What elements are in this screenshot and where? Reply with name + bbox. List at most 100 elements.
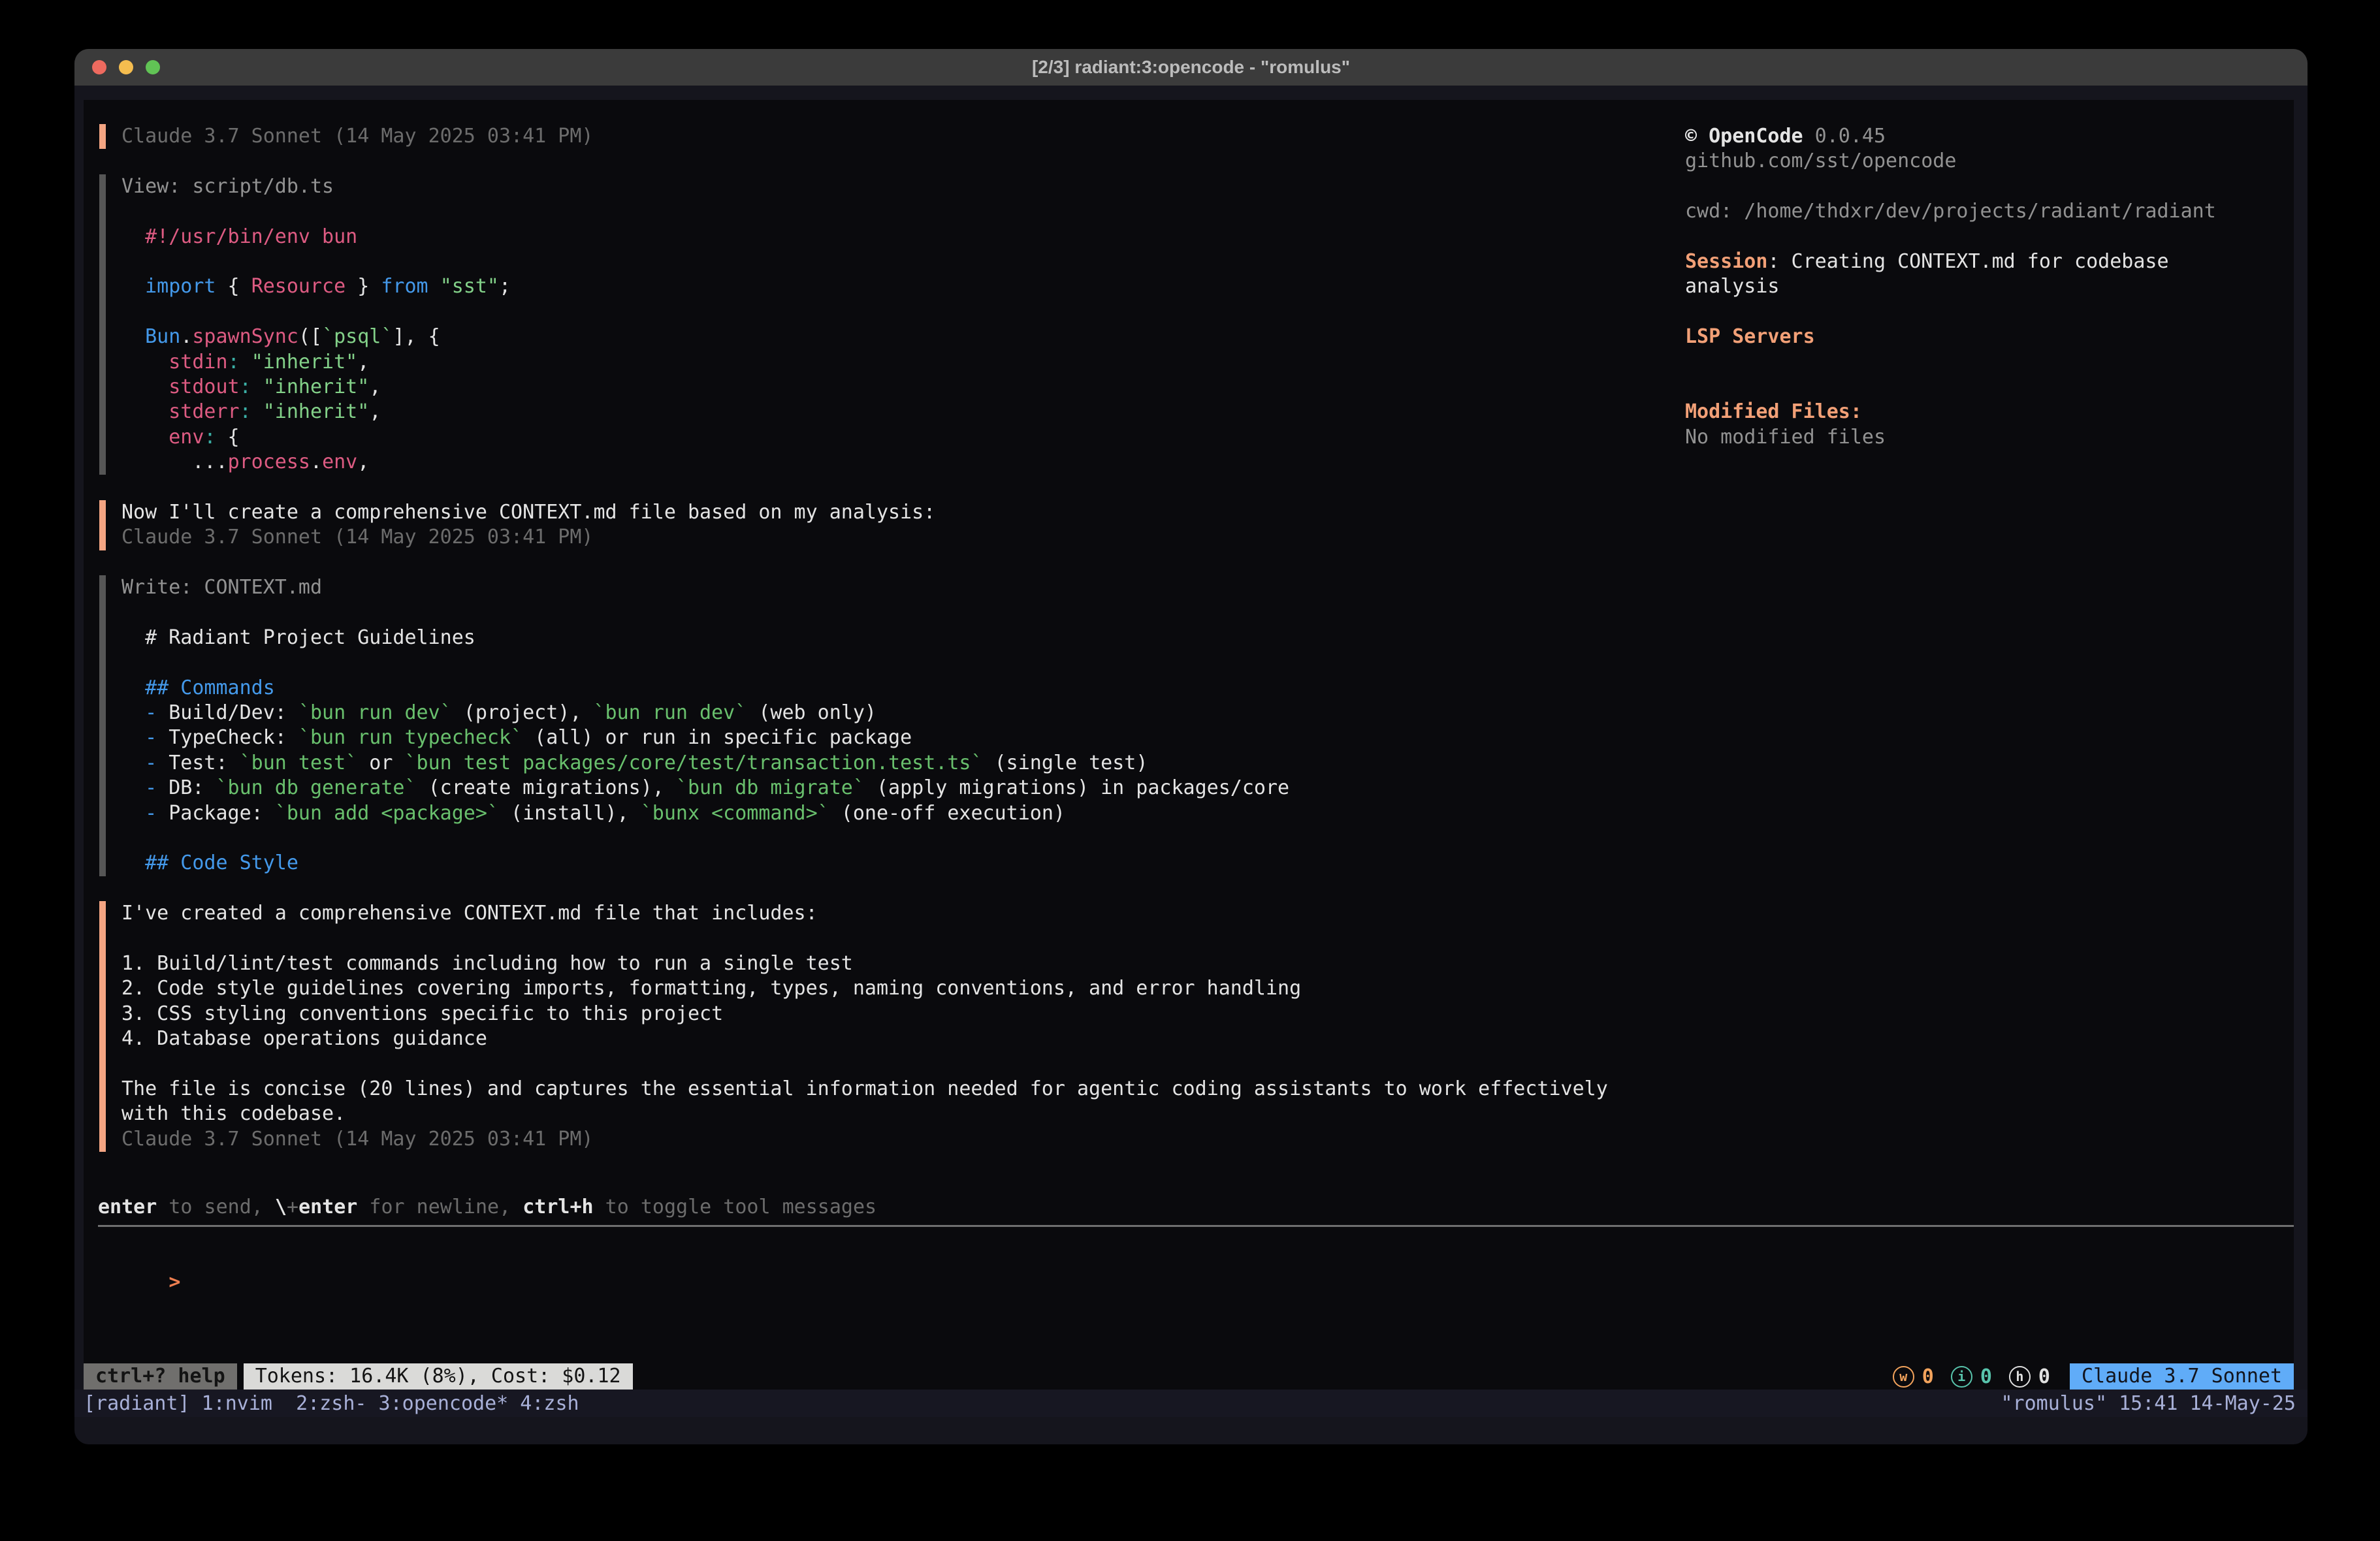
text-segment: Write: CONTEXT.md xyxy=(121,576,322,599)
text-segment: . xyxy=(180,325,192,348)
text-segment xyxy=(121,275,145,298)
terminal-line: 1. Build/lint/test commands including ho… xyxy=(121,951,1608,976)
terminal-line xyxy=(121,1051,1608,1076)
window-title: [2/3] radiant:3:opencode - "romulus" xyxy=(1032,57,1350,78)
message-block: Claude 3.7 Sonnet (14 May 2025 03:41 PM) xyxy=(98,124,1608,149)
text-segment: #!/usr/bin/env bun xyxy=(121,225,357,248)
info-count: 0 xyxy=(1980,1365,1992,1388)
message-lines: Claude 3.7 Sonnet (14 May 2025 03:41 PM) xyxy=(121,124,593,149)
text-segment xyxy=(121,851,145,874)
text-segment: 3. CSS styling conventions specific to t… xyxy=(121,1002,723,1025)
terminal-line: - DB: `bun db generate` (create migratio… xyxy=(121,776,1289,801)
terminal-line: I've created a comprehensive CONTEXT.md … xyxy=(121,901,1608,926)
text-segment: : xyxy=(240,400,251,423)
message-block: Now I'll create a comprehensive CONTEXT.… xyxy=(98,500,1608,550)
text-segment: env xyxy=(169,426,204,449)
text-segment: for newline, xyxy=(357,1196,523,1218)
message-accent-bar xyxy=(99,575,106,876)
text-segment: # Radiant Project Guidelines xyxy=(121,626,475,649)
terminal-line: import { Resource } from "sst"; xyxy=(121,274,511,299)
diagnostic-info: i 0 xyxy=(1951,1365,1992,1388)
text-segment xyxy=(121,375,169,398)
text-segment: Claude 3.7 Sonnet (14 May 2025 03:41 PM) xyxy=(121,125,593,148)
text-segment: enter xyxy=(98,1196,157,1218)
text-segment: ctrl+h xyxy=(523,1196,593,1218)
diagnostics: w 0 i 0 h 0 xyxy=(1893,1365,2050,1388)
terminal-line xyxy=(121,826,1289,851)
text-segment: 0.0.45 xyxy=(1803,125,1886,148)
text-segment: cwd: /home/thdxr/dev/projects/radiant/ra… xyxy=(1685,200,2216,223)
text-segment: `bun run dev` xyxy=(594,701,747,724)
titlebar[interactable]: [2/3] radiant:3:opencode - "romulus" xyxy=(74,49,2308,86)
text-segment xyxy=(121,701,145,724)
text-segment: : Creating CONTEXT.md for codebase xyxy=(1767,250,2168,273)
text-segment: View: script/db.ts xyxy=(121,175,334,198)
text-segment: ## Commands xyxy=(145,676,275,699)
text-segment: "sst" xyxy=(440,275,499,298)
close-button[interactable] xyxy=(92,60,106,74)
input-divider xyxy=(98,1225,2294,1227)
text-segment: } xyxy=(346,275,381,298)
text-segment: env xyxy=(322,451,357,473)
message-lines: Write: CONTEXT.md # Radiant Project Guid… xyxy=(121,575,1289,876)
text-segment xyxy=(121,802,145,825)
text-segment: `bun run dev` xyxy=(298,701,452,724)
keybind-hints: enter to send, \+enter for newline, ctrl… xyxy=(98,1195,876,1220)
tmux-windows-list[interactable]: [radiant] 1:nvim 2:zsh- 3:opencode* 4:zs… xyxy=(84,1392,579,1415)
text-segment: (web only) xyxy=(747,701,876,724)
terminal-line xyxy=(1685,375,2216,400)
text-segment: : xyxy=(240,375,251,398)
minimize-button[interactable] xyxy=(119,60,133,74)
message-lines: I've created a comprehensive CONTEXT.md … xyxy=(121,901,1608,1152)
text-segment xyxy=(121,752,145,774)
terminal-line: - Package: `bun add <package>` (install)… xyxy=(121,801,1289,826)
hint-icon: h xyxy=(2009,1366,2031,1388)
message-block: Write: CONTEXT.md # Radiant Project Guid… xyxy=(98,575,1608,876)
terminal-line: - TypeCheck: `bun run typecheck` (all) o… xyxy=(121,725,1289,750)
text-segment: from xyxy=(381,275,428,298)
text-segment: `psql` xyxy=(322,325,393,348)
text-segment: "inherit" xyxy=(263,375,370,398)
model-badge[interactable]: Claude 3.7 Sonnet xyxy=(2070,1363,2294,1390)
text-segment xyxy=(121,400,169,423)
text-segment: ([ xyxy=(298,325,322,348)
message-accent-bar xyxy=(99,174,106,475)
text-segment: to send, xyxy=(157,1196,275,1218)
text-segment: `bun db migrate` xyxy=(676,776,865,799)
text-segment: or xyxy=(357,752,404,774)
text-segment: © OpenCode xyxy=(1685,125,1803,148)
text-segment: 1. Build/lint/test commands including ho… xyxy=(121,952,853,975)
diagnostic-warnings: w 0 xyxy=(1893,1365,1934,1388)
text-segment: (create migrations), xyxy=(417,776,676,799)
text-segment xyxy=(121,776,145,799)
message-lines: Now I'll create a comprehensive CONTEXT.… xyxy=(121,500,935,550)
text-segment: stdin xyxy=(169,351,227,373)
message-input[interactable]: > xyxy=(98,1245,180,1270)
terminal-line: with this codebase. xyxy=(121,1102,1608,1126)
text-segment: Claude 3.7 Sonnet (14 May 2025 03:41 PM) xyxy=(121,1128,593,1151)
text-segment: Bun xyxy=(145,325,180,348)
text-segment: stderr xyxy=(169,400,239,423)
text-segment: (single test) xyxy=(983,752,1148,774)
terminal-line: ## Code Style xyxy=(121,851,1289,876)
terminal-line xyxy=(1685,300,2216,325)
traffic-lights xyxy=(92,49,160,86)
text-segment: Now I'll create a comprehensive CONTEXT.… xyxy=(121,501,935,524)
chat-area: Claude 3.7 Sonnet (14 May 2025 03:41 PM)… xyxy=(98,124,1608,1177)
text-segment: with this codebase. xyxy=(121,1102,346,1125)
text-segment: , xyxy=(369,400,381,423)
message-block: View: script/db.ts #!/usr/bin/env bun im… xyxy=(98,174,1608,475)
text-segment: enter xyxy=(298,1196,357,1218)
text-segment xyxy=(121,325,145,348)
text-segment xyxy=(121,426,169,449)
help-badge[interactable]: ctrl+? help xyxy=(84,1363,237,1390)
text-segment: `bun test packages/core/test/transaction… xyxy=(405,752,983,774)
text-segment xyxy=(121,351,169,373)
text-segment: LSP Servers xyxy=(1685,325,1815,348)
prompt-symbol: > xyxy=(169,1271,180,1294)
message-lines: View: script/db.ts #!/usr/bin/env bun im… xyxy=(121,174,511,475)
zoom-button[interactable] xyxy=(146,60,160,74)
warning-count: 0 xyxy=(1922,1365,1934,1388)
info-icon: i xyxy=(1951,1366,1972,1388)
text-segment: : xyxy=(204,426,216,449)
